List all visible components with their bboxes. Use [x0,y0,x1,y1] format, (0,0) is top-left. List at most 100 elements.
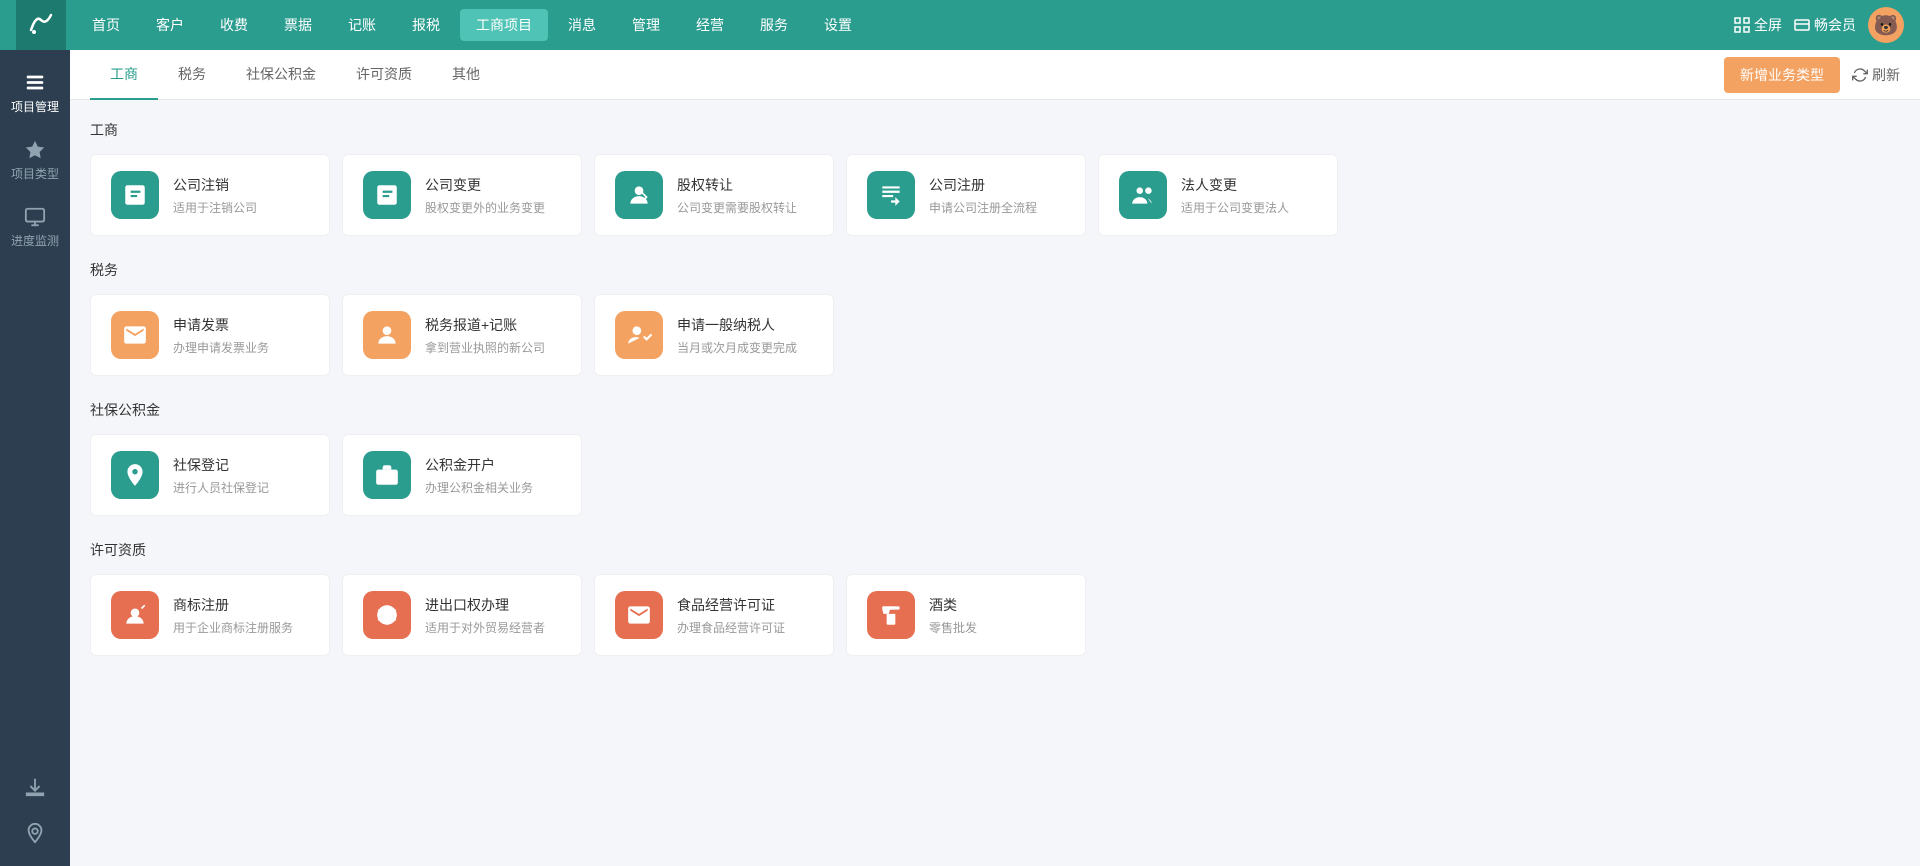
monitor-icon [24,206,46,228]
card-title-provident-fund: 公积金开户 [425,455,533,475]
nav-management[interactable]: 管理 [616,9,676,41]
sidebar-bottom [0,764,70,866]
card-info-social-security: 社保登记 进行人员社保登记 [173,455,269,496]
card-company-register[interactable]: 公司注册 申请公司注册全流程 [846,154,1086,236]
card-desc-invoice: 办理申请发票业务 [173,339,269,356]
refresh-icon [1852,67,1868,83]
card-desc-company-change: 股权变更外的业务变更 [425,199,545,216]
nav-operation[interactable]: 经营 [680,9,740,41]
card-trademark[interactable]: 商标注册 用于企业商标注册服务 [90,574,330,656]
tab-bar: 工商 税务 社保公积金 许可资质 其他 新增业务类型 刷新 [70,50,1920,100]
card-desc-company-register: 申请公司注册全流程 [929,199,1037,216]
card-company-cancel[interactable]: 公司注销 适用于注销公司 [90,154,330,236]
tab-other[interactable]: 其他 [432,50,500,100]
card-desc-taxpayer: 当月或次月成变更完成 [677,339,797,356]
nav-bill[interactable]: 票据 [268,9,328,41]
card-title-trademark: 商标注册 [173,595,293,615]
member-button[interactable]: 畅会员 [1794,15,1856,35]
tab-social-security[interactable]: 社保公积金 [226,50,336,100]
section-title-social: 社保公积金 [90,400,1900,420]
nav-tax[interactable]: 报税 [396,9,456,41]
star-icon [24,139,46,161]
card-desc-tax-report: 拿到营业执照的新公司 [425,339,545,356]
sidebar-label-progress-monitor: 进度监测 [11,232,59,249]
sidebar-label-project-type: 项目类型 [11,165,59,182]
card-desc-food-license: 办理食品经营许可证 [677,619,785,636]
card-desc-trademark: 用于企业商标注册服务 [173,619,293,636]
sidebar-item-project-management[interactable]: 项目管理 [0,60,70,127]
sidebar-item-project-type[interactable]: 项目类型 [0,127,70,194]
card-info-trademark: 商标注册 用于企业商标注册服务 [173,595,293,636]
nav-home[interactable]: 首页 [76,9,136,41]
sidebar-item-download[interactable] [0,764,70,810]
card-info-company-cancel: 公司注销 适用于注销公司 [173,175,257,216]
card-desc-social-security: 进行人员社保登记 [173,479,269,496]
card-company-change[interactable]: 公司变更 股权变更外的业务变更 [342,154,582,236]
top-navigation: 首页 客户 收费 票据 记账 报税 工商项目 消息 管理 经营 服务 设置 全屏… [0,0,1920,50]
register-company-icon [867,171,915,219]
sidebar: 项目管理 项目类型 进度监测 [0,50,70,866]
cancel-company-icon [111,171,159,219]
card-title-food-license: 食品经营许可证 [677,595,785,615]
card-social-security[interactable]: 社保登记 进行人员社保登记 [90,434,330,516]
alcohol-icon [867,591,915,639]
social-security-icon [111,451,159,499]
tab-industrial[interactable]: 工商 [90,50,158,100]
tax-cards-grid: 申请发票 办理申请发票业务 税务报道+记账 拿到营业执照的新公司 [90,294,1900,376]
card-title-tax-report: 税务报道+记账 [425,315,545,335]
change-company-icon [363,171,411,219]
card-info-alcohol: 酒类 零售批发 [929,595,977,636]
card-desc-provident-fund: 办理公积金相关业务 [425,479,533,496]
nav-accounting[interactable]: 记账 [332,9,392,41]
card-info-import-export: 进出口权办理 适用于对外贸易经营者 [425,595,545,636]
card-equity-transfer[interactable]: 股权转让 公司变更需要股权转让 [594,154,834,236]
card-title-invoice: 申请发票 [173,315,269,335]
scroll-content: 工商 公司注销 适用于注销公司 [70,100,1920,866]
license-cards-grid: 商标注册 用于企业商标注册服务 进出口权办理 适用于对外贸易经营者 [90,574,1900,656]
member-label: 畅会员 [1814,15,1856,35]
sidebar-item-location[interactable] [0,810,70,856]
nav-customer[interactable]: 客户 [140,9,200,41]
card-info-equity-transfer: 股权转让 公司变更需要股权转让 [677,175,797,216]
social-cards-grid: 社保登记 进行人员社保登记 公积金开户 办理公积金相关业务 [90,434,1900,516]
trademark-icon [111,591,159,639]
food-license-icon [615,591,663,639]
card-info-food-license: 食品经营许可证 办理食品经营许可证 [677,595,785,636]
card-info-taxpayer: 申请一般纳税人 当月或次月成变更完成 [677,315,797,356]
refresh-button[interactable]: 刷新 [1852,65,1900,85]
card-desc-company-cancel: 适用于注销公司 [173,199,257,216]
card-food-license[interactable]: 食品经营许可证 办理食品经营许可证 [594,574,834,656]
section-title-industrial: 工商 [90,120,1900,140]
fullscreen-button[interactable]: 全屏 [1734,15,1782,35]
location-icon [24,822,46,844]
card-info-invoice: 申请发票 办理申请发票业务 [173,315,269,356]
industrial-cards-grid: 公司注销 适用于注销公司 公司变更 股权变更外的业务变更 [90,154,1900,236]
card-desc-alcohol: 零售批发 [929,619,977,636]
card-invoice[interactable]: 申请发票 办理申请发票业务 [90,294,330,376]
tab-tax[interactable]: 税务 [158,50,226,100]
content-area: 工商 税务 社保公积金 许可资质 其他 新增业务类型 刷新 工商 [70,50,1920,866]
nav-service[interactable]: 服务 [744,9,804,41]
nav-fee[interactable]: 收费 [204,9,264,41]
nav-right-section: 全屏 畅会员 🐻 [1734,7,1904,43]
new-business-type-button[interactable]: 新增业务类型 [1724,57,1840,93]
tab-license[interactable]: 许可资质 [336,50,432,100]
card-taxpayer[interactable]: 申请一般纳税人 当月或次月成变更完成 [594,294,834,376]
nav-industrial[interactable]: 工商项目 [460,9,548,41]
card-legal-change[interactable]: 法人变更 适用于公司变更法人 [1098,154,1338,236]
nav-message[interactable]: 消息 [552,9,612,41]
card-desc-legal-change: 适用于公司变更法人 [1181,199,1289,216]
card-provident-fund[interactable]: 公积金开户 办理公积金相关业务 [342,434,582,516]
card-info-provident-fund: 公积金开户 办理公积金相关业务 [425,455,533,496]
card-tax-report[interactable]: 税务报道+记账 拿到营业执照的新公司 [342,294,582,376]
user-avatar[interactable]: 🐻 [1868,7,1904,43]
taxpayer-icon [615,311,663,359]
card-title-company-register: 公司注册 [929,175,1037,195]
card-desc-equity-transfer: 公司变更需要股权转让 [677,199,797,216]
nav-settings[interactable]: 设置 [808,9,868,41]
card-import-export[interactable]: 进出口权办理 适用于对外贸易经营者 [342,574,582,656]
sidebar-item-progress-monitor[interactable]: 进度监测 [0,194,70,261]
card-alcohol[interactable]: 酒类 零售批发 [846,574,1086,656]
card-desc-import-export: 适用于对外贸易经营者 [425,619,545,636]
card-title-taxpayer: 申请一般纳税人 [677,315,797,335]
